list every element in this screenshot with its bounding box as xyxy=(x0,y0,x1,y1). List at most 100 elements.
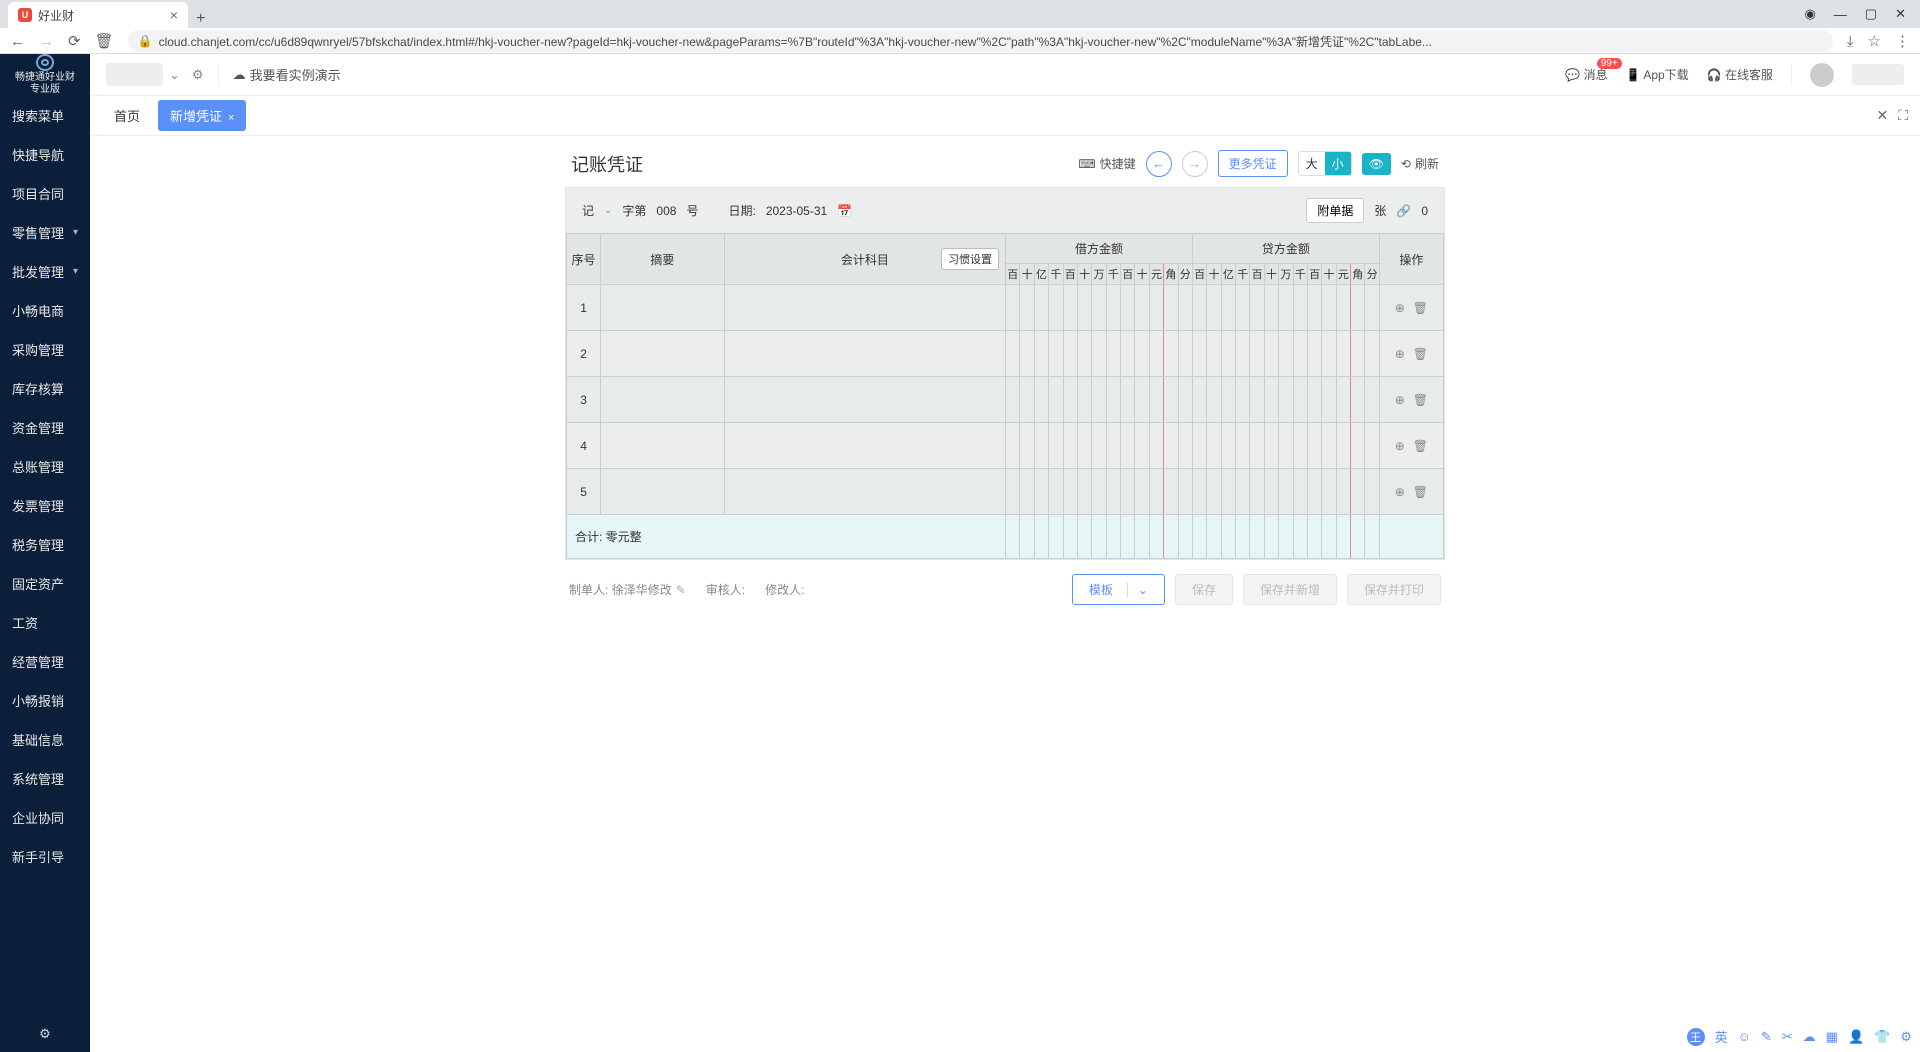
amount-cell[interactable] xyxy=(1351,377,1365,423)
minimize-icon[interactable]: — xyxy=(1834,7,1847,22)
sidebar-item-19[interactable]: 新手引导 xyxy=(0,837,90,876)
amount-cell[interactable] xyxy=(1063,423,1077,469)
amount-cell[interactable] xyxy=(1192,423,1206,469)
amount-cell[interactable] xyxy=(1264,285,1278,331)
amount-cell[interactable] xyxy=(1020,423,1034,469)
amount-cell[interactable] xyxy=(1106,423,1120,469)
amount-cell[interactable] xyxy=(1365,285,1379,331)
amount-cell[interactable] xyxy=(1192,377,1206,423)
ime-lang[interactable]: 英 xyxy=(1715,1027,1728,1046)
forward-icon[interactable]: → xyxy=(39,33,54,50)
amount-cell[interactable] xyxy=(1336,331,1350,377)
sidebar-item-5[interactable]: 小畅电商 xyxy=(0,291,90,330)
amount-cell[interactable] xyxy=(1178,285,1192,331)
amount-cell[interactable] xyxy=(1322,469,1336,515)
ime-gear-icon[interactable]: ⚙ xyxy=(1900,1029,1912,1045)
sidebar-item-1[interactable]: 快捷导航 xyxy=(0,135,90,174)
subject-cell[interactable] xyxy=(724,377,1005,423)
ime-shirt-icon[interactable]: 👕 xyxy=(1874,1029,1890,1045)
amount-cell[interactable] xyxy=(1250,469,1264,515)
install-icon[interactable]: ⤓ xyxy=(1847,33,1854,50)
amount-cell[interactable] xyxy=(1020,331,1034,377)
amount-cell[interactable] xyxy=(1034,423,1048,469)
messages-button[interactable]: 💬 消息 99+ xyxy=(1565,66,1607,83)
amount-cell[interactable] xyxy=(1063,285,1077,331)
next-button[interactable]: → xyxy=(1182,151,1208,177)
calendar-icon[interactable]: 📅 xyxy=(837,204,852,218)
amount-cell[interactable] xyxy=(1221,377,1235,423)
amount-cell[interactable] xyxy=(1336,285,1350,331)
amount-cell[interactable] xyxy=(1121,331,1135,377)
subject-cell[interactable] xyxy=(724,423,1005,469)
amount-cell[interactable] xyxy=(1106,469,1120,515)
sidebar-item-0[interactable]: 搜索菜单 xyxy=(0,96,90,135)
amount-cell[interactable] xyxy=(1034,469,1048,515)
sidebar-item-8[interactable]: 资金管理 xyxy=(0,408,90,447)
sidebar-item-17[interactable]: 系统管理 xyxy=(0,759,90,798)
delete-row-icon[interactable]: 🗑 xyxy=(1413,485,1428,499)
amount-cell[interactable] xyxy=(1365,331,1379,377)
save-button[interactable]: 保存 xyxy=(1175,574,1233,605)
amount-cell[interactable] xyxy=(1250,331,1264,377)
account-icon[interactable]: ◉ xyxy=(1804,6,1815,22)
org-selector[interactable]: ⌄ xyxy=(106,63,180,86)
edit-icon[interactable]: ✎ xyxy=(676,583,686,597)
amount-cell[interactable] xyxy=(1049,423,1063,469)
amount-cell[interactable] xyxy=(1307,331,1321,377)
amount-cell[interactable] xyxy=(1135,469,1149,515)
voucher-date[interactable]: 2023-05-31 xyxy=(766,204,827,218)
amount-cell[interactable] xyxy=(1293,331,1307,377)
amount-cell[interactable] xyxy=(1149,423,1163,469)
amount-cell[interactable] xyxy=(1221,469,1235,515)
delete-row-icon[interactable]: 🗑 xyxy=(1413,301,1428,315)
ime-cloud-icon[interactable]: ☁ xyxy=(1803,1029,1816,1045)
amount-cell[interactable] xyxy=(1322,285,1336,331)
app-download-button[interactable]: 📱 App下载 xyxy=(1626,66,1689,83)
amount-cell[interactable] xyxy=(1034,285,1048,331)
amount-cell[interactable] xyxy=(1092,331,1106,377)
sidebar-item-16[interactable]: 基础信息 xyxy=(0,720,90,759)
amount-cell[interactable] xyxy=(1250,285,1264,331)
new-tab-button[interactable]: + xyxy=(188,10,213,28)
amount-cell[interactable] xyxy=(1006,331,1020,377)
sidebar-item-7[interactable]: 库存核算 xyxy=(0,369,90,408)
amount-cell[interactable] xyxy=(1149,331,1163,377)
amount-cell[interactable] xyxy=(1020,377,1034,423)
amount-cell[interactable] xyxy=(1365,377,1379,423)
close-all-icon[interactable]: ✕ xyxy=(1876,107,1888,124)
amount-cell[interactable] xyxy=(1164,331,1178,377)
sidebar-item-12[interactable]: 固定资产 xyxy=(0,564,90,603)
amount-cell[interactable] xyxy=(1207,423,1221,469)
amount-cell[interactable] xyxy=(1307,469,1321,515)
amount-cell[interactable] xyxy=(1020,285,1034,331)
amount-cell[interactable] xyxy=(1135,423,1149,469)
voucher-type[interactable]: 记 xyxy=(582,202,594,219)
amount-cell[interactable] xyxy=(1236,377,1250,423)
attach-doc-button[interactable]: 附单据 xyxy=(1306,198,1364,223)
amount-cell[interactable] xyxy=(1077,469,1091,515)
amount-cell[interactable] xyxy=(1178,469,1192,515)
amount-cell[interactable] xyxy=(1121,469,1135,515)
amount-cell[interactable] xyxy=(1192,469,1206,515)
amount-cell[interactable] xyxy=(1307,285,1321,331)
ime-scissors-icon[interactable]: ✂ xyxy=(1782,1029,1793,1045)
amount-cell[interactable] xyxy=(1121,423,1135,469)
amount-cell[interactable] xyxy=(1207,377,1221,423)
summary-cell[interactable] xyxy=(601,469,725,515)
amount-cell[interactable] xyxy=(1264,469,1278,515)
ime-grid-icon[interactable]: ▦ xyxy=(1826,1029,1838,1045)
amount-cell[interactable] xyxy=(1293,377,1307,423)
reload-icon[interactable]: ⟳ xyxy=(68,32,81,50)
amount-cell[interactable] xyxy=(1365,469,1379,515)
trash-icon[interactable]: 🗑 xyxy=(95,32,114,50)
amount-cell[interactable] xyxy=(1020,469,1034,515)
amount-cell[interactable] xyxy=(1135,285,1149,331)
avatar[interactable] xyxy=(1810,63,1834,87)
amount-cell[interactable] xyxy=(1307,423,1321,469)
shortcut-button[interactable]: ⌨快捷键 xyxy=(1078,155,1135,172)
amount-cell[interactable] xyxy=(1236,423,1250,469)
template-button[interactable]: 模板⌄ xyxy=(1072,574,1165,605)
amount-cell[interactable] xyxy=(1164,285,1178,331)
amount-cell[interactable] xyxy=(1293,285,1307,331)
link-icon[interactable]: 🔗 xyxy=(1396,204,1411,218)
